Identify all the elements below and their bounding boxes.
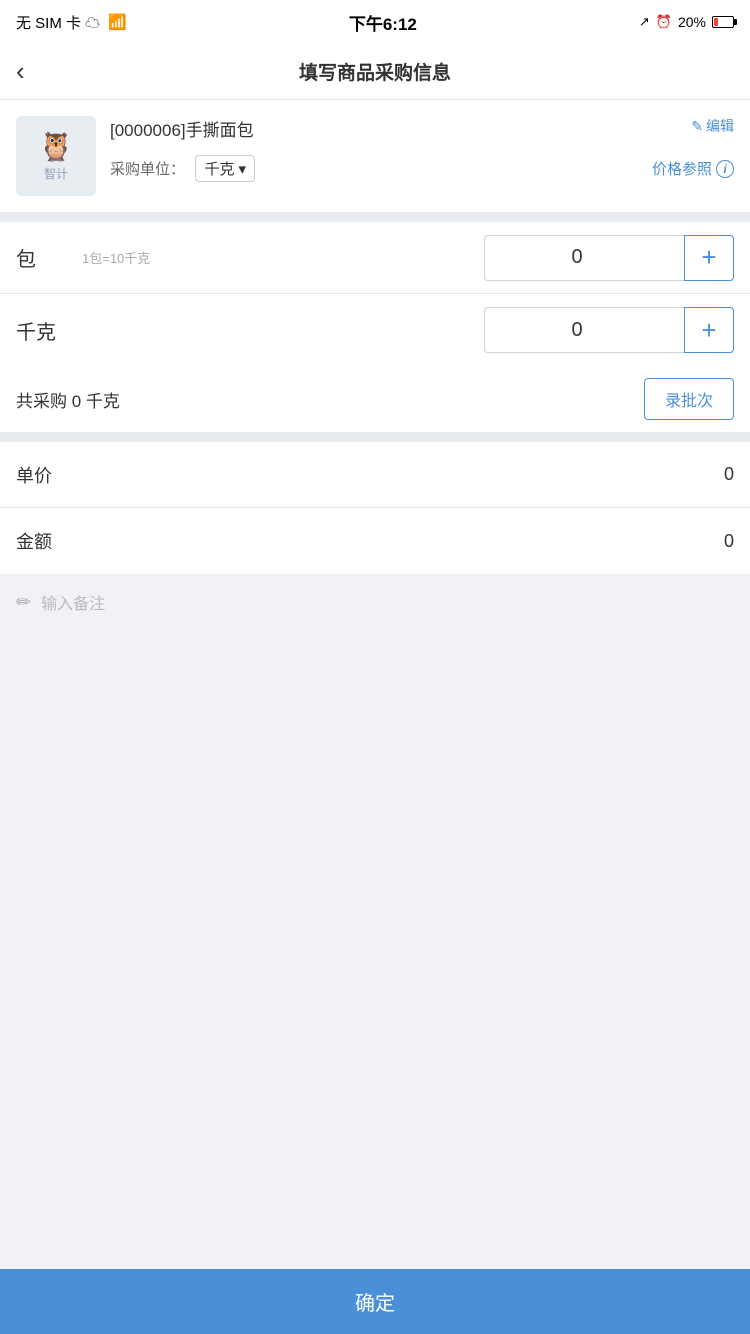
info-section: 单价 0 金额 0 xyxy=(0,442,750,574)
product-thumbnail: 🦉 智计 xyxy=(16,116,96,196)
product-card: 🦉 智计 [0000006]手撕面包 ✎ 编辑 采购单位： 千克 ▾ 价格参照 xyxy=(0,100,750,212)
notes-section[interactable]: ✏ 输入备注 xyxy=(0,574,750,1269)
sim-label: 无 SIM 卡 ☁ xyxy=(16,12,100,33)
summary-row: 共采购 0 千克 录批次 xyxy=(0,366,750,432)
nav-bar: ‹ 填写商品采购信息 xyxy=(0,44,750,100)
divider-2 xyxy=(0,432,750,442)
location-icon: ↗ xyxy=(639,14,650,30)
unit-label: 采购单位： xyxy=(110,161,185,178)
alarm-icon: ⏰ xyxy=(656,14,672,30)
bao-sub-label: 1包=10千克 xyxy=(82,248,150,267)
page-title: 填写商品采购信息 xyxy=(299,58,451,85)
price-ref-button[interactable]: 价格参照 i xyxy=(652,158,734,179)
amount-row: 金额 0 xyxy=(0,508,750,574)
kg-label: 千克 xyxy=(16,316,76,345)
status-right: ↗ ⏰ 20% xyxy=(639,14,734,30)
unit-select[interactable]: 千克 ▾ xyxy=(195,155,255,182)
chevron-down-icon: ▾ xyxy=(238,160,246,178)
status-bar: 无 SIM 卡 ☁ 📶 下午6:12 ↗ ⏰ 20% xyxy=(0,0,750,44)
battery-percent: 20% xyxy=(678,14,706,30)
thumbnail-label: 智计 xyxy=(44,165,68,182)
wifi-icon: 📶 xyxy=(108,13,127,31)
bao-row: 包 1包=10千克 + xyxy=(0,222,750,294)
bao-input[interactable] xyxy=(484,235,684,281)
confirm-button[interactable]: 确定 xyxy=(0,1269,750,1334)
edit-button[interactable]: ✎ 编辑 xyxy=(691,116,734,136)
price-value: 0 xyxy=(724,464,734,485)
pencil-icon: ✏ xyxy=(16,592,31,613)
amount-value: 0 xyxy=(724,531,734,552)
back-button[interactable]: ‹ xyxy=(16,56,25,87)
amount-label: 金额 xyxy=(16,528,52,554)
notes-placeholder: 输入备注 xyxy=(41,590,105,614)
product-owl-icon: 🦉 xyxy=(39,130,74,163)
product-info: [0000006]手撕面包 ✎ 编辑 采购单位： 千克 ▾ 价格参照 i xyxy=(110,116,734,182)
kg-row: 千克 + xyxy=(0,294,750,366)
price-label: 单价 xyxy=(16,462,52,488)
product-name: [0000006]手撕面包 xyxy=(110,116,254,141)
status-left: 无 SIM 卡 ☁ 📶 xyxy=(16,12,127,33)
kg-plus-button[interactable]: + xyxy=(684,307,734,353)
bao-label: 包 xyxy=(16,243,76,272)
price-row: 单价 0 xyxy=(0,442,750,508)
bao-input-group: + xyxy=(484,235,734,281)
divider-1 xyxy=(0,212,750,222)
batch-button[interactable]: 录批次 xyxy=(644,378,734,420)
edit-icon: ✎ xyxy=(691,118,703,135)
kg-input-group: + xyxy=(484,307,734,353)
time-display: 下午6:12 xyxy=(349,10,417,35)
kg-input[interactable] xyxy=(484,307,684,353)
battery-icon xyxy=(712,16,734,28)
unit-container: 采购单位： 千克 ▾ xyxy=(110,155,255,182)
info-icon: i xyxy=(716,160,734,178)
input-section: 包 1包=10千克 + 千克 + xyxy=(0,222,750,366)
summary-text: 共采购 0 千克 xyxy=(16,387,120,412)
bao-plus-button[interactable]: + xyxy=(684,235,734,281)
